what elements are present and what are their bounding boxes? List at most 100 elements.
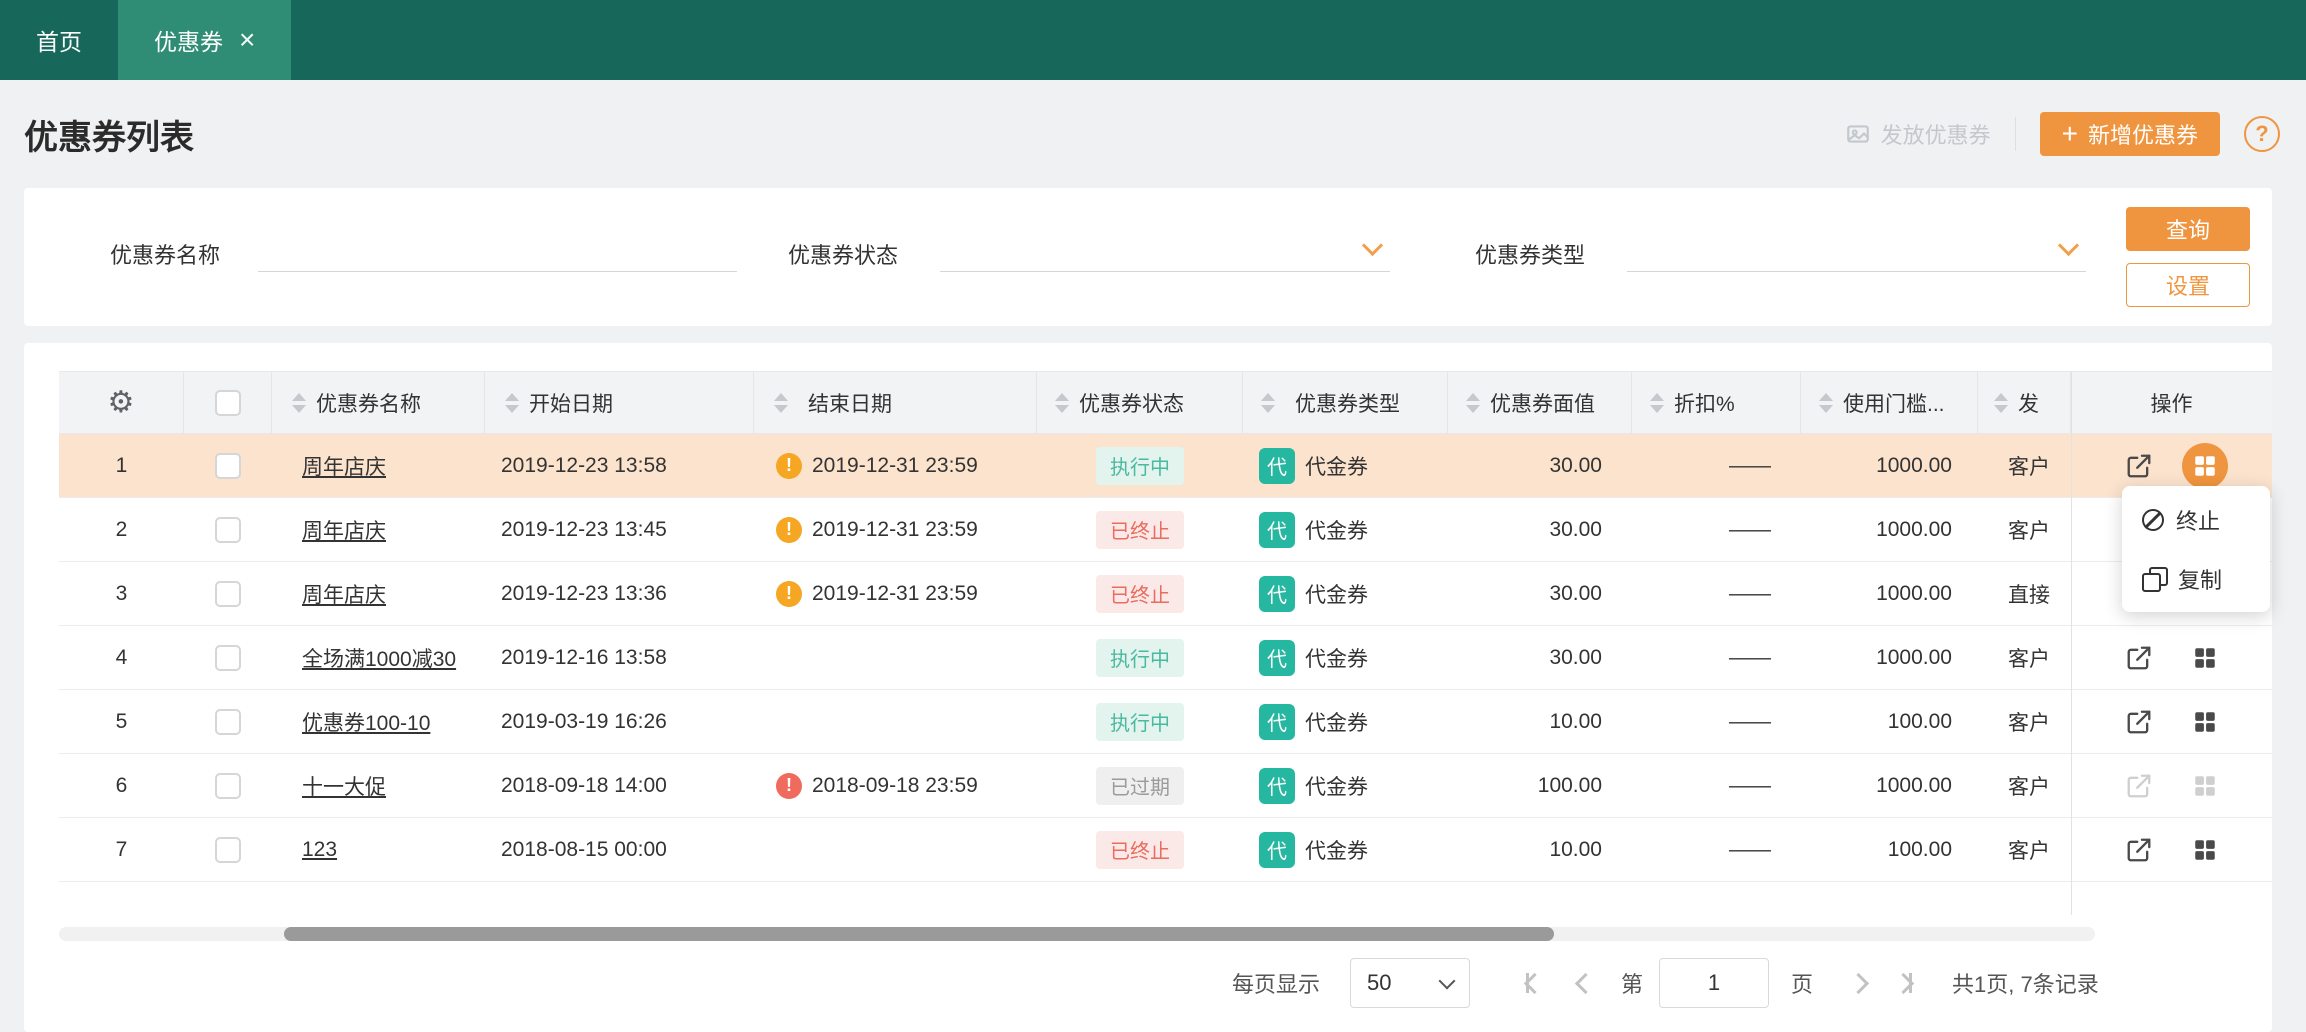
coupon-name-link[interactable]: 全场满1000减30 [302, 643, 456, 673]
table-row[interactable]: 5 优惠券100-10 2019-03-19 16:26 执行中 代代金券 10… [59, 690, 2272, 754]
tab-home-label: 首页 [36, 29, 82, 55]
status-badge: 执行中 [1096, 638, 1184, 677]
horizontal-scrollbar-track[interactable] [59, 927, 2095, 941]
add-coupon-button[interactable]: + 新增优惠券 [2039, 112, 2220, 156]
coupon-type-chip: 代 [1259, 575, 1295, 612]
page-number-input[interactable] [1659, 958, 1770, 1008]
end-date-cell [754, 626, 1037, 689]
col-header-threshold[interactable]: 使用门槛... [1801, 372, 1978, 433]
end-date-cell: 2019-12-31 23:59 [754, 434, 1037, 497]
copy-menu-item[interactable]: 复制 [2122, 549, 2270, 608]
horizontal-scrollbar-thumb[interactable] [284, 927, 1554, 941]
coupon-name-link[interactable]: 周年店庆 [302, 451, 386, 481]
page: 首页 优惠券 × 优惠券列表 发放优惠券 + 新增优惠券 ? 优惠券名称 优惠券… [0, 0, 2306, 1032]
sort-icon[interactable] [1819, 392, 1833, 413]
grid-menu-icon[interactable] [2182, 699, 2228, 745]
col-header-start[interactable]: 开始日期 [485, 372, 754, 433]
sort-icon[interactable] [292, 392, 306, 413]
start-date-cell: 2019-03-19 16:26 [501, 709, 667, 733]
col-header-value[interactable]: 优惠券面值 [1448, 372, 1632, 433]
row-checkbox[interactable] [215, 836, 241, 863]
table-row[interactable]: 7 123 2018-08-15 00:00 已终止 代代金券 10.00 ——… [59, 818, 2272, 882]
per-page-select[interactable]: 50 [1350, 958, 1471, 1008]
grid-menu-icon[interactable] [2182, 827, 2228, 873]
sort-icon[interactable] [1466, 392, 1480, 413]
grid-menu-icon[interactable] [2181, 442, 2228, 489]
table-row[interactable]: 4 全场满1000减30 2019-12-16 13:58 执行中 代代金券 3… [59, 626, 2272, 690]
search-button[interactable]: 查询 [2126, 207, 2250, 251]
external-link-icon[interactable] [2116, 763, 2162, 809]
coupon-name-link[interactable]: 优惠券100-10 [302, 707, 430, 737]
sort-icon[interactable] [774, 392, 788, 413]
gear-icon[interactable] [108, 388, 135, 418]
table-row[interactable]: 1 周年店庆 2019-12-23 13:58 2019-12-31 23:59… [59, 434, 2272, 498]
row-index: 6 [115, 773, 128, 797]
threshold-cell: 100.00 [1887, 837, 1952, 861]
grid-menu-icon[interactable] [2182, 635, 2228, 681]
coupon-name-link[interactable]: 十一大促 [302, 771, 386, 801]
sort-icon[interactable] [505, 392, 519, 413]
fixed-column-divider [2071, 371, 2072, 915]
coupon-name-input[interactable] [258, 226, 737, 272]
col-header-name[interactable]: 优惠券名称 [272, 372, 485, 433]
row-actions [2071, 626, 2272, 689]
terminate-menu-item[interactable]: 终止 [2122, 490, 2270, 549]
sort-icon[interactable] [1055, 392, 1069, 413]
threshold-cell: 1000.00 [1876, 581, 1952, 605]
row-checkbox[interactable] [215, 452, 241, 479]
sort-icon[interactable] [1650, 392, 1664, 413]
coupon-type-cell: 代代金券 [1243, 562, 1448, 625]
row-checkbox[interactable] [215, 644, 241, 671]
last-page-button[interactable] [1892, 972, 1915, 994]
chevron-down-icon [2057, 234, 2080, 257]
col-header-status[interactable]: 优惠券状态 [1037, 372, 1243, 433]
col-header-end[interactable]: 结束日期 [754, 372, 1037, 433]
first-page-button[interactable] [1523, 972, 1546, 994]
table-row[interactable]: 3 周年店庆 2019-12-23 13:36 2019-12-31 23:59… [59, 562, 2272, 626]
coupon-status-select[interactable] [940, 226, 1390, 272]
coupon-name-link[interactable]: 周年店庆 [302, 579, 386, 609]
question-icon[interactable]: ? [2244, 116, 2280, 152]
col-header-discount[interactable]: 折扣% [1632, 372, 1801, 433]
distribute-coupon-button[interactable]: 发放优惠券 [1845, 118, 1991, 150]
tab-home[interactable]: 首页 [0, 0, 118, 80]
external-link-icon[interactable] [2116, 699, 2162, 745]
prev-page-button[interactable] [1574, 972, 1597, 994]
coupon-name-link[interactable]: 周年店庆 [302, 515, 386, 545]
external-link-icon[interactable] [2116, 827, 2162, 873]
row-checkbox[interactable] [215, 708, 241, 735]
coupon-type-filter-label: 优惠券类型 [1475, 243, 1586, 268]
coupon-status-filter-label: 优惠券状态 [788, 243, 899, 268]
channel-cell: 客户 [2008, 711, 2050, 735]
coupon-type-select[interactable] [1627, 226, 2086, 272]
exclamation-icon [776, 580, 802, 607]
grid-menu-icon[interactable] [2182, 763, 2228, 809]
tab-coupon[interactable]: 优惠券 × [118, 0, 292, 80]
col-header-channel[interactable]: 发 [1978, 372, 2071, 433]
close-icon[interactable]: × [239, 26, 255, 54]
external-link-icon[interactable] [2116, 443, 2162, 489]
table-row[interactable]: 2 周年店庆 2019-12-23 13:45 2019-12-31 23:59… [59, 498, 2272, 562]
row-checkbox[interactable] [215, 772, 241, 799]
settings-button[interactable]: 设置 [2126, 263, 2250, 307]
topbar: 首页 优惠券 × [0, 0, 2306, 80]
row-checkbox[interactable] [215, 516, 241, 543]
status-badge: 执行中 [1096, 446, 1184, 485]
sort-icon[interactable] [1994, 392, 2008, 413]
coupon-name-link[interactable]: 123 [302, 838, 337, 862]
channel-cell: 客户 [2008, 647, 2050, 671]
row-checkbox[interactable] [215, 580, 241, 607]
next-page-button[interactable] [1847, 972, 1870, 994]
start-date-cell: 2018-08-15 00:00 [501, 837, 667, 861]
discount-cell: —— [1729, 709, 1771, 733]
sort-icon[interactable] [1261, 392, 1275, 413]
chevron-down-icon [1361, 234, 1384, 257]
start-date-cell: 2019-12-23 13:36 [501, 581, 667, 605]
channel-cell: 客户 [2008, 839, 2050, 863]
discount-cell: —— [1729, 581, 1771, 605]
col-header-type[interactable]: 优惠券类型 [1243, 372, 1448, 433]
table-row[interactable]: 6 十一大促 2018-09-18 14:00 2018-09-18 23:59… [59, 754, 2272, 818]
external-link-icon[interactable] [2116, 635, 2162, 681]
select-all-checkbox[interactable] [214, 389, 241, 416]
distribute-coupon-label: 发放优惠券 [1880, 123, 1991, 148]
